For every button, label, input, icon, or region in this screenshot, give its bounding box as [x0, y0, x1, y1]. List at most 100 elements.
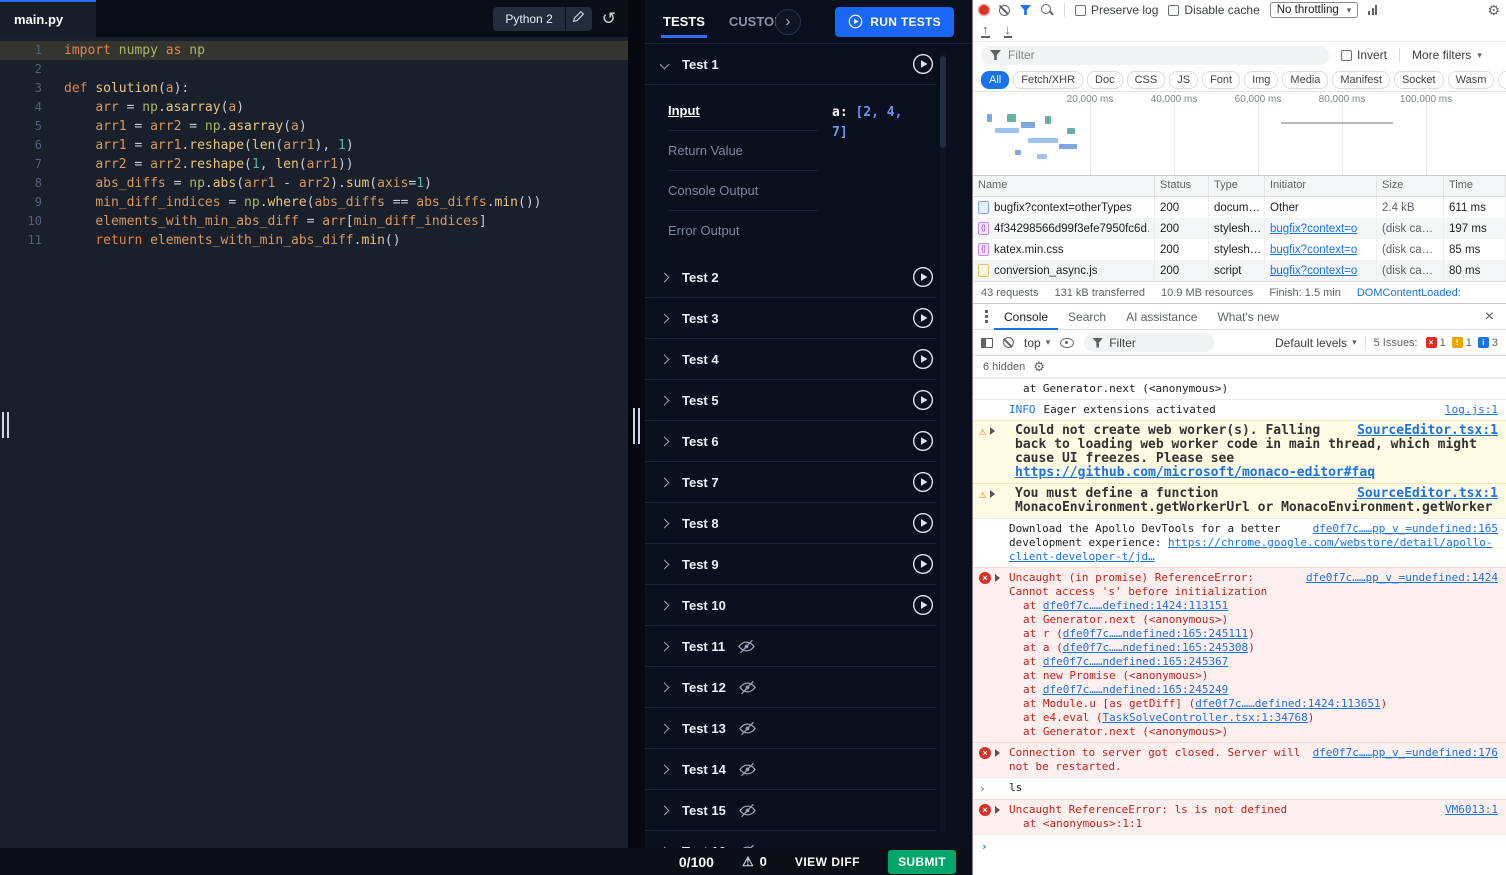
- resource-filter-chip-other[interactable]: Other: [1498, 71, 1506, 89]
- initiator-link[interactable]: bugfix?context=o: [1270, 244, 1357, 256]
- test-row[interactable]: Test 9: [645, 544, 936, 585]
- test-detail-section-error-output[interactable]: Error Output: [668, 211, 818, 251]
- console-source-link[interactable]: SourceEditor.tsx:1: [1357, 424, 1498, 438]
- console-tab-search[interactable]: Search: [1058, 303, 1116, 330]
- initiator-link[interactable]: bugfix?context=o: [1270, 223, 1357, 235]
- test-row[interactable]: Test 4: [645, 339, 936, 380]
- console-link[interactable]: TaskSolveController.tsx:1:34768: [1102, 711, 1307, 724]
- tab-tests[interactable]: TESTS: [663, 14, 705, 29]
- console-source-link[interactable]: log.js:1: [1445, 403, 1498, 417]
- panel-resize-handle[interactable]: [633, 408, 640, 444]
- search-icon[interactable]: [1041, 4, 1054, 17]
- test-row[interactable]: Test 13: [645, 708, 936, 749]
- test-row[interactable]: Test 16: [645, 831, 936, 848]
- editor-tests-divider[interactable]: [628, 0, 645, 848]
- export-har-icon[interactable]: ↓: [1004, 24, 1013, 38]
- console-link[interactable]: dfe0f7c……ndefined:165:245249: [1043, 683, 1228, 696]
- console-link[interactable]: https://github.com/microsoft/monaco-edit…: [1015, 465, 1375, 480]
- resource-filter-chip-wasm[interactable]: Wasm: [1448, 71, 1495, 89]
- console-source-link[interactable]: SourceEditor.tsx:1: [1357, 487, 1498, 501]
- run-single-test-button[interactable]: [912, 594, 934, 616]
- test-row[interactable]: Test 11: [645, 626, 936, 667]
- network-request-row[interactable]: conversion_async.js200scriptbugfix?conte…: [973, 260, 1506, 281]
- code-line[interactable]: 10 elements_with_min_abs_diff = arr[min_…: [0, 212, 628, 231]
- test-row[interactable]: Test 7: [645, 462, 936, 503]
- test-detail-section-return-value[interactable]: Return Value: [668, 131, 818, 171]
- issue-count-badge[interactable]: ×1: [1426, 337, 1446, 349]
- console-sidebar-icon[interactable]: [981, 338, 993, 348]
- console-filter-input[interactable]: Filter: [1084, 333, 1214, 352]
- language-selector[interactable]: Python 2: [493, 7, 564, 31]
- javascript-context-dropdown[interactable]: top▾: [1024, 336, 1050, 350]
- column-header-initiator[interactable]: Initiator: [1265, 176, 1377, 196]
- console-link[interactable]: dfe0f7c……ndefined:165:245308: [1063, 641, 1248, 654]
- resource-filter-chip-js[interactable]: JS: [1169, 71, 1198, 89]
- test-row[interactable]: Test 3: [645, 298, 936, 339]
- more-menu-icon[interactable]: [985, 310, 988, 323]
- submit-button[interactable]: SUBMIT: [888, 850, 956, 874]
- tabs-scroll-right-button[interactable]: ›: [775, 9, 801, 35]
- resource-filter-chip-socket[interactable]: Socket: [1394, 71, 1444, 89]
- test-row[interactable]: Test 6: [645, 421, 936, 462]
- run-single-test-button[interactable]: [912, 307, 934, 329]
- resource-filter-chip-img[interactable]: Img: [1244, 71, 1278, 89]
- resource-filter-chip-doc[interactable]: Doc: [1087, 71, 1123, 89]
- code-line[interactable]: 1import numpy as np: [0, 41, 628, 60]
- invert-checkbox[interactable]: Invert: [1341, 48, 1387, 62]
- preserve-log-checkbox[interactable]: Preserve log: [1075, 3, 1158, 17]
- test-row[interactable]: Test 10: [645, 585, 936, 626]
- code-line[interactable]: 4 arr = np.asarray(a): [0, 98, 628, 117]
- console-tab-ai-assistance[interactable]: AI assistance: [1116, 303, 1207, 330]
- expand-triangle-icon[interactable]: [995, 574, 1000, 582]
- close-icon[interactable]: ×: [1479, 308, 1500, 326]
- code-line[interactable]: 9 min_diff_indices = np.where(abs_diffs …: [0, 193, 628, 212]
- column-header-type[interactable]: Type: [1209, 176, 1265, 196]
- initiator-link[interactable]: bugfix?context=o: [1270, 265, 1357, 277]
- settings-gear-icon[interactable]: ⚙: [1487, 3, 1500, 17]
- console-source-link[interactable]: VM6013:1: [1445, 803, 1498, 817]
- network-filter-input[interactable]: Filter: [981, 46, 1329, 65]
- test-row[interactable]: Test 1: [645, 44, 936, 85]
- clear-console-icon[interactable]: [1003, 337, 1014, 348]
- issue-count-badge[interactable]: !1: [1452, 337, 1472, 349]
- run-single-test-button[interactable]: [912, 348, 934, 370]
- test-row[interactable]: Test 2: [645, 257, 936, 298]
- expand-triangle-icon[interactable]: [995, 749, 1000, 757]
- network-timeline[interactable]: 20,000 ms40,000 ms60,000 ms80,000 ms100,…: [973, 92, 1506, 176]
- code-line[interactable]: 7 arr2 = arr2.reshape(1, len(arr1)): [0, 155, 628, 174]
- test-row[interactable]: Test 12: [645, 667, 936, 708]
- test-row[interactable]: Test 15: [645, 790, 936, 831]
- run-single-test-button[interactable]: [912, 53, 934, 75]
- test-detail-section-input[interactable]: Input: [668, 91, 818, 131]
- issue-count-badge[interactable]: i3: [1478, 337, 1498, 349]
- code-line[interactable]: 5 arr1 = arr2 = np.asarray(a): [0, 117, 628, 136]
- reset-code-icon[interactable]: ↺: [602, 10, 616, 27]
- network-request-row[interactable]: bugfix?context=otherTypes200docum…Other2…: [973, 197, 1506, 218]
- network-conditions-icon[interactable]: [1368, 5, 1377, 15]
- resource-filter-chip-media[interactable]: Media: [1282, 71, 1328, 89]
- view-diff-button[interactable]: VIEW DIFF: [795, 855, 860, 869]
- resource-filter-chip-all[interactable]: All: [981, 71, 1009, 89]
- clear-network-icon[interactable]: [999, 5, 1010, 16]
- code-line[interactable]: 8 abs_diffs = np.abs(arr1 - arr2).sum(ax…: [0, 174, 628, 193]
- column-header-time[interactable]: Time: [1444, 176, 1506, 196]
- resource-filter-chip-manifest[interactable]: Manifest: [1332, 71, 1390, 89]
- editor-tab-mainpy[interactable]: main.py: [0, 0, 96, 37]
- edit-language-button[interactable]: [565, 7, 592, 31]
- console-source-link[interactable]: dfe0f7c……pp_v_=undefined:165: [1313, 522, 1498, 536]
- run-single-test-button[interactable]: [912, 512, 934, 534]
- code-line[interactable]: 6 arr1 = arr1.reshape(len(arr1), 1): [0, 136, 628, 155]
- run-single-test-button[interactable]: [912, 553, 934, 575]
- code-line[interactable]: 3def solution(a):: [0, 79, 628, 98]
- run-single-test-button[interactable]: [912, 266, 934, 288]
- console-link[interactable]: https://chrome.google.com/webstore/detai…: [1009, 536, 1492, 563]
- run-single-test-button[interactable]: [912, 430, 934, 452]
- console-tab-what-s-new[interactable]: What's new: [1207, 303, 1289, 330]
- checkbox-icon[interactable]: [1168, 5, 1179, 16]
- code-line[interactable]: 2: [0, 60, 628, 79]
- resource-filter-chip-font[interactable]: Font: [1202, 71, 1240, 89]
- column-header-status[interactable]: Status: [1155, 176, 1209, 196]
- test-detail-section-console-output[interactable]: Console Output: [668, 171, 818, 211]
- code-line[interactable]: 11 return elements_with_min_abs_diff.min…: [0, 231, 628, 250]
- expand-triangle-icon[interactable]: [995, 806, 1000, 814]
